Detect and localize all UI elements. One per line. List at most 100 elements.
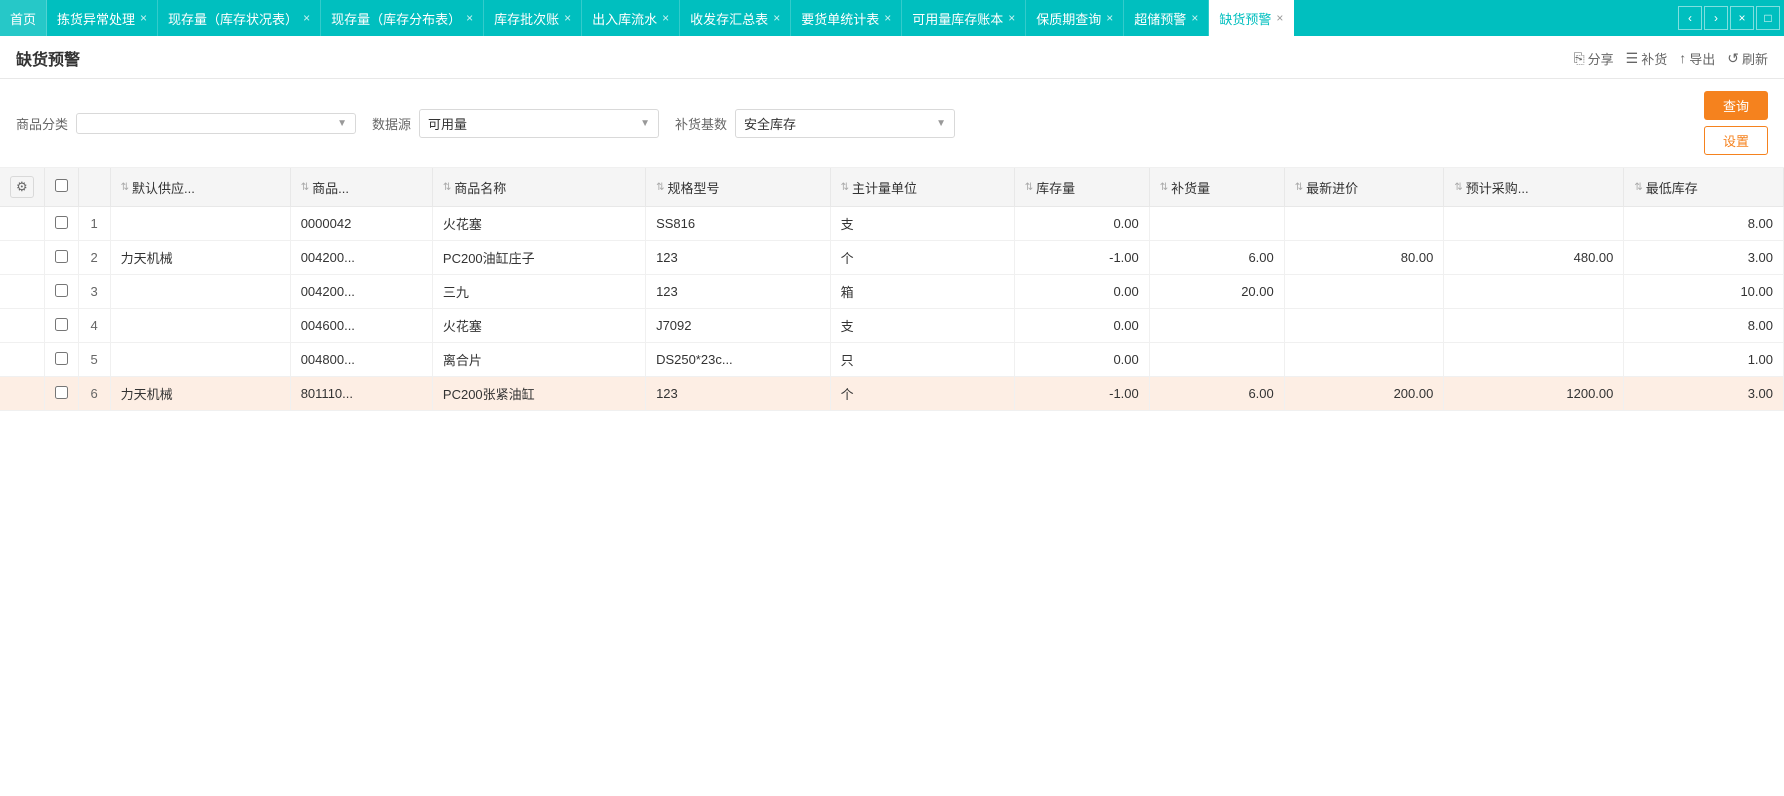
row-checkbox-4[interactable] xyxy=(55,352,68,365)
table-row: 2 力天机械 004200... PC200油缸庄子 123 个 -1.00 6… xyxy=(0,241,1784,275)
close-tab-receipt-summary[interactable]: × xyxy=(773,11,780,25)
row-number: 1 xyxy=(78,207,110,241)
row-product-code: 0000042 xyxy=(290,207,432,241)
column-settings-button[interactable]: ⚙ xyxy=(10,176,34,198)
sort-inventory-icon[interactable]: ⇅ xyxy=(1025,182,1033,193)
sort-min-inventory-icon[interactable]: ⇅ xyxy=(1634,182,1642,193)
row-inventory: 0.00 xyxy=(1014,207,1149,241)
nav-prev-button[interactable]: ‹ xyxy=(1678,6,1702,30)
close-tab-exception[interactable]: × xyxy=(140,11,147,25)
col-unit-header: ⇅ 主计量单位 xyxy=(830,168,1014,207)
nav-next-button[interactable]: › xyxy=(1704,6,1728,30)
row-replenish-qty: 6.00 xyxy=(1149,377,1284,411)
row-spec: 123 xyxy=(646,377,831,411)
row-unit: 个 xyxy=(830,377,1014,411)
row-min-inventory: 8.00 xyxy=(1624,207,1784,241)
close-tab-overstock[interactable]: × xyxy=(1191,11,1198,25)
col-gear: ⚙ xyxy=(0,168,44,207)
row-replenish-qty xyxy=(1149,207,1284,241)
row-checkbox-2[interactable] xyxy=(55,284,68,297)
share-action[interactable]: ⎘ 分享 xyxy=(1573,49,1613,68)
table-row: 4 004600... 火花塞 J7092 支 0.00 8.00 xyxy=(0,309,1784,343)
nav-maximize-button[interactable]: □ xyxy=(1756,6,1780,30)
filter-category-group: 商品分类 ▼ xyxy=(16,113,356,134)
replenish-action[interactable]: ☰ 补货 xyxy=(1626,49,1668,68)
sort-est-purchase-icon[interactable]: ⇅ xyxy=(1454,182,1462,193)
export-icon: ↑ xyxy=(1679,50,1686,66)
row-unit: 箱 xyxy=(830,275,1014,309)
nav-tab-expiry-query[interactable]: 保质期查询 × xyxy=(1026,0,1124,36)
datasource-select[interactable]: 可用量 ▼ xyxy=(419,109,659,138)
nav-tab-batch-account[interactable]: 库存批次账 × xyxy=(484,0,582,36)
select-all-checkbox[interactable] xyxy=(55,179,68,192)
row-est-purchase xyxy=(1444,275,1624,309)
row-unit: 个 xyxy=(830,241,1014,275)
nav-tab-inout-flow[interactable]: 出入库流水 × xyxy=(582,0,680,36)
filter-bar: 商品分类 ▼ 数据源 可用量 ▼ 补货基数 安全库存 ▼ 查询 设置 xyxy=(0,79,1784,168)
row-checkbox-5[interactable] xyxy=(55,386,68,399)
category-select[interactable]: ▼ xyxy=(76,113,356,134)
col-inventory-header: ⇅ 库存量 xyxy=(1014,168,1149,207)
nav-tab-inventory-status[interactable]: 现存量（库存状况表） × xyxy=(158,0,321,36)
sort-replenish-qty-icon[interactable]: ⇅ xyxy=(1160,182,1168,193)
close-tab-inventory-status[interactable]: × xyxy=(303,11,310,25)
row-gear-cell xyxy=(0,343,44,377)
row-gear-cell xyxy=(0,309,44,343)
nav-close-button[interactable]: × xyxy=(1730,6,1754,30)
row-replenish-qty: 6.00 xyxy=(1149,241,1284,275)
replenish-base-value: 安全库存 xyxy=(744,114,796,133)
row-checkbox-cell xyxy=(44,377,78,411)
col-spec-header: ⇅ 规格型号 xyxy=(646,168,831,207)
nav-tab-inventory-dist[interactable]: 现存量（库存分布表） × xyxy=(321,0,484,36)
nav-tab-exception[interactable]: 拣货异常处理 × xyxy=(47,0,158,36)
close-tab-batch-account[interactable]: × xyxy=(564,11,571,25)
close-tab-expiry-query[interactable]: × xyxy=(1106,11,1113,25)
datasource-value: 可用量 xyxy=(428,114,467,133)
row-latest-price xyxy=(1284,275,1444,309)
settings-button[interactable]: 设置 xyxy=(1704,126,1768,155)
row-replenish-qty: 20.00 xyxy=(1149,275,1284,309)
query-button[interactable]: 查询 xyxy=(1704,91,1768,120)
nav-tab-home[interactable]: 首页 xyxy=(0,0,47,36)
export-action[interactable]: ↑ 导出 xyxy=(1679,49,1715,68)
nav-tab-demand-stats[interactable]: 要货单统计表 × xyxy=(791,0,902,36)
top-navigation: 首页 拣货异常处理 × 现存量（库存状况表） × 现存量（库存分布表） × 库存… xyxy=(0,0,1784,36)
col-min-inventory-header: ⇅ 最低库存 xyxy=(1624,168,1784,207)
close-tab-shortage[interactable]: × xyxy=(1276,11,1283,25)
nav-tab-overstock[interactable]: 超储预警 × xyxy=(1124,0,1209,36)
row-checkbox-1[interactable] xyxy=(55,250,68,263)
close-tab-inout-flow[interactable]: × xyxy=(662,11,669,25)
row-gear-cell xyxy=(0,241,44,275)
close-tab-available-ledger[interactable]: × xyxy=(1008,11,1015,25)
row-spec: DS250*23c... xyxy=(646,343,831,377)
row-est-purchase xyxy=(1444,343,1624,377)
close-tab-inventory-dist[interactable]: × xyxy=(466,11,473,25)
replenish-base-select[interactable]: 安全库存 ▼ xyxy=(735,109,955,138)
datasource-label: 数据源 xyxy=(372,114,411,133)
nav-tab-shortage[interactable]: 缺货预警 × xyxy=(1209,0,1294,36)
sort-name-icon[interactable]: ⇅ xyxy=(443,182,451,193)
row-number: 2 xyxy=(78,241,110,275)
row-inventory: -1.00 xyxy=(1014,241,1149,275)
col-est-purchase-header: ⇅ 预计采购... xyxy=(1444,168,1624,207)
row-checkbox-cell xyxy=(44,241,78,275)
col-replenish-qty-header: ⇅ 补货量 xyxy=(1149,168,1284,207)
col-checkbox-header xyxy=(44,168,78,207)
row-checkbox-cell xyxy=(44,309,78,343)
main-content: 缺货预警 ⎘ 分享 ☰ 补货 ↑ 导出 ↺ 刷新 商品分类 xyxy=(0,36,1784,796)
sort-spec-icon[interactable]: ⇅ xyxy=(656,182,664,193)
nav-controls: ‹ › × □ xyxy=(1674,6,1784,30)
nav-tab-available-ledger[interactable]: 可用量库存账本 × xyxy=(902,0,1026,36)
row-est-purchase xyxy=(1444,309,1624,343)
refresh-action[interactable]: ↺ 刷新 xyxy=(1727,49,1768,68)
sort-unit-icon[interactable]: ⇅ xyxy=(841,182,849,193)
close-tab-demand-stats[interactable]: × xyxy=(884,11,891,25)
sort-code-icon[interactable]: ⇅ xyxy=(301,182,309,193)
sort-latest-price-icon[interactable]: ⇅ xyxy=(1295,182,1303,193)
nav-tab-receipt-summary[interactable]: 收发存汇总表 × xyxy=(680,0,791,36)
row-checkbox-3[interactable] xyxy=(55,318,68,331)
row-supplier xyxy=(110,309,290,343)
sort-supplier-icon[interactable]: ⇅ xyxy=(121,182,129,193)
table-header-row: ⚙ ⇅ 默认供应... ⇅ 商 xyxy=(0,168,1784,207)
row-checkbox-0[interactable] xyxy=(55,216,68,229)
